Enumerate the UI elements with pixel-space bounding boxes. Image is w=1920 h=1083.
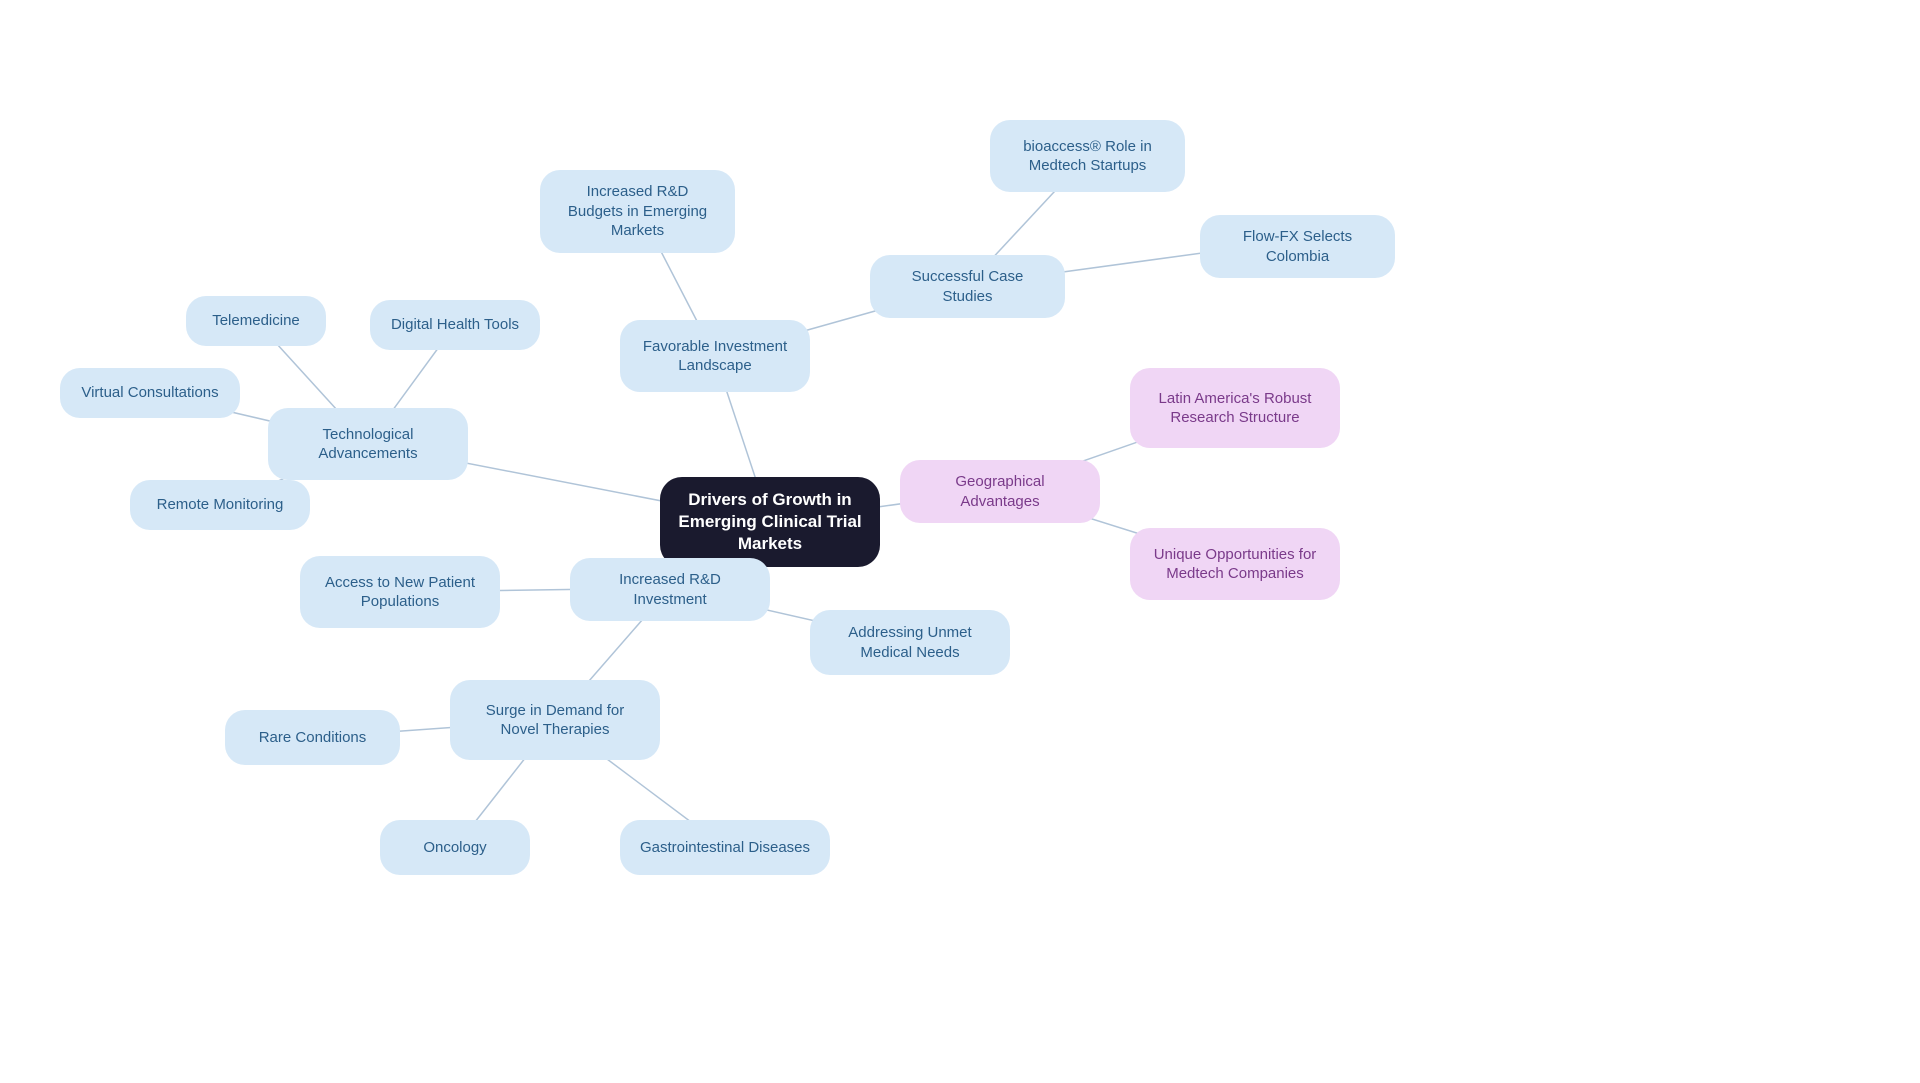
node-bioaccess[interactable]: bioaccess® Role in Medtech Startups: [990, 120, 1185, 192]
node-geoAdv[interactable]: Geographical Advantages: [900, 460, 1100, 523]
node-favInvest[interactable]: Favorable Investment Landscape: [620, 320, 810, 392]
node-center[interactable]: Drivers of Growth in Emerging Clinical T…: [660, 477, 880, 567]
node-flowFX[interactable]: Flow-FX Selects Colombia: [1200, 215, 1395, 278]
connections-svg: [0, 0, 1920, 1083]
node-latAm[interactable]: Latin America's Robust Research Structur…: [1130, 368, 1340, 448]
node-techAdv[interactable]: Technological Advancements: [268, 408, 468, 480]
node-surgeNovel[interactable]: Surge in Demand for Novel Therapies: [450, 680, 660, 760]
node-addressUnmet[interactable]: Addressing Unmet Medical Needs: [810, 610, 1010, 675]
node-rareConditions[interactable]: Rare Conditions: [225, 710, 400, 765]
node-digitalHealth[interactable]: Digital Health Tools: [370, 300, 540, 350]
node-remoteMonitor[interactable]: Remote Monitoring: [130, 480, 310, 530]
node-accessPatient[interactable]: Access to New Patient Populations: [300, 556, 500, 628]
mindmap-container: Drivers of Growth in Emerging Clinical T…: [0, 0, 1920, 1083]
node-virtualConsult[interactable]: Virtual Consultations: [60, 368, 240, 418]
node-incRDInvest[interactable]: Increased R&D Investment: [570, 558, 770, 621]
node-gastro[interactable]: Gastrointestinal Diseases: [620, 820, 830, 875]
node-oncology[interactable]: Oncology: [380, 820, 530, 875]
node-telemedicine[interactable]: Telemedicine: [186, 296, 326, 346]
node-increasedRD[interactable]: Increased R&D Budgets in Emerging Market…: [540, 170, 735, 253]
node-uniqueOpp[interactable]: Unique Opportunities for Medtech Compani…: [1130, 528, 1340, 600]
node-successCase[interactable]: Successful Case Studies: [870, 255, 1065, 318]
